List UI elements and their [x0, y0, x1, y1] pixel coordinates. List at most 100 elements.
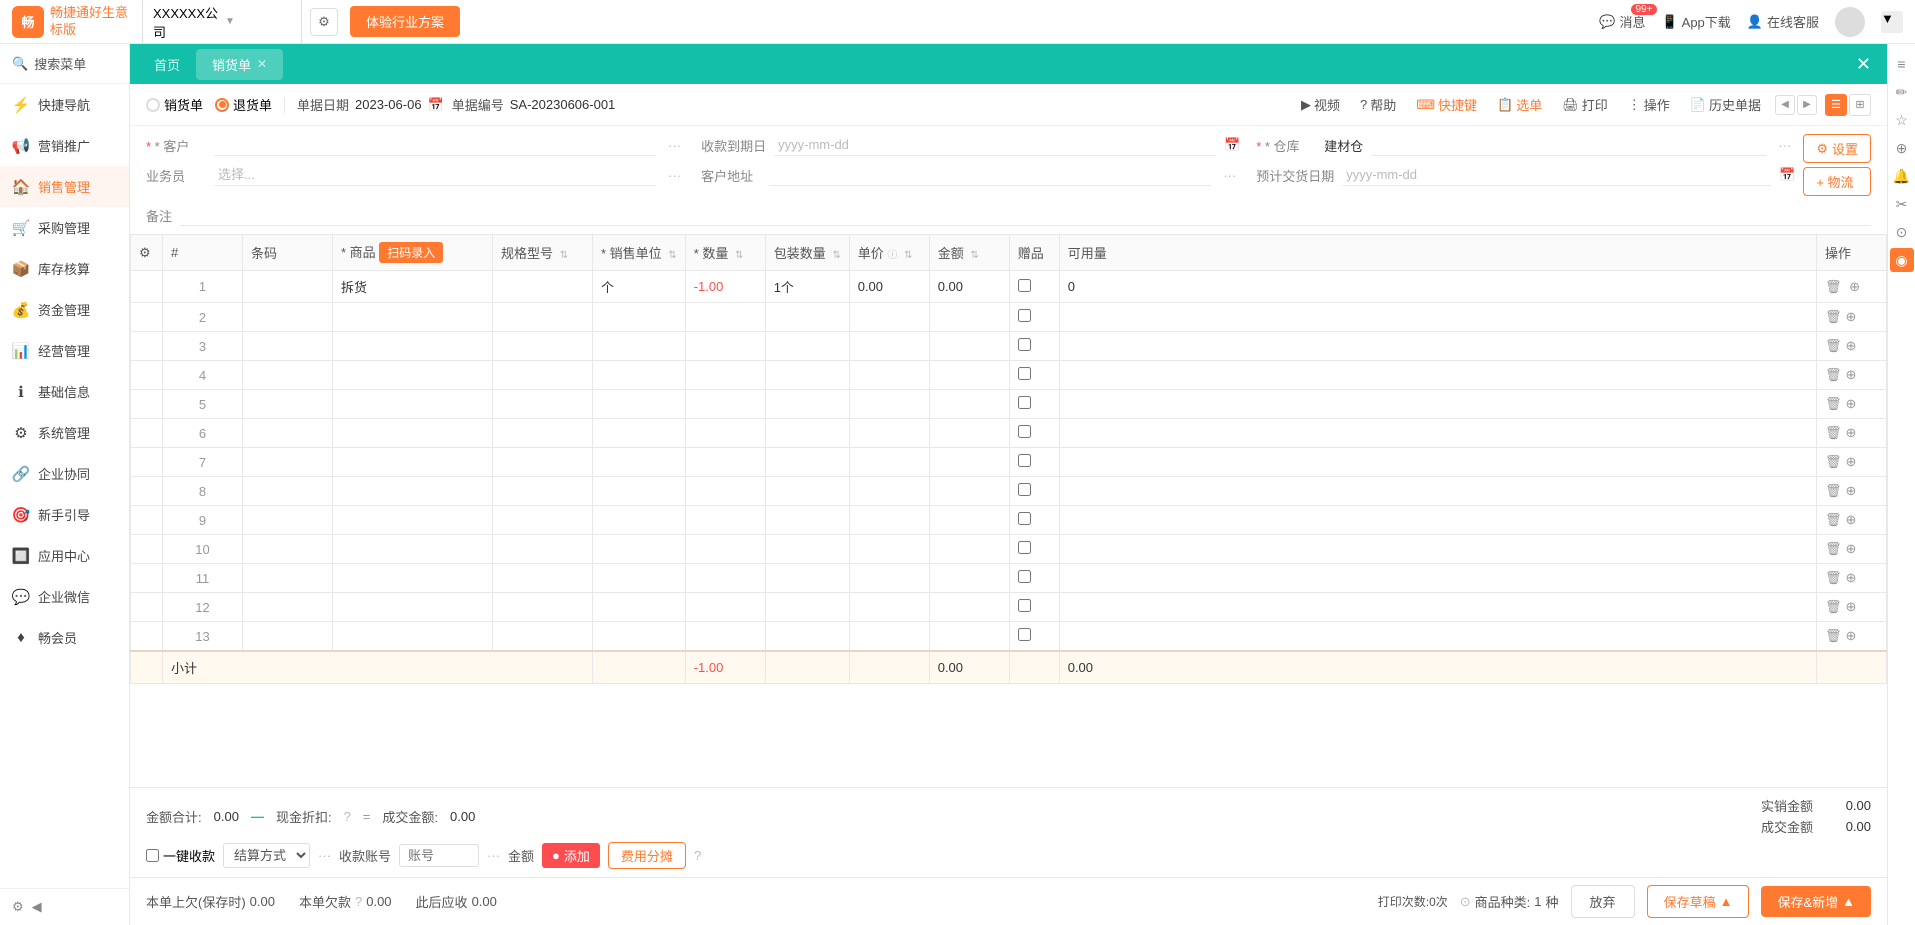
customer-input[interactable]	[214, 134, 656, 156]
history-btn[interactable]: 📄 历史单据	[1684, 92, 1767, 117]
prev-arrow[interactable]: ◀	[1775, 95, 1795, 115]
row-barcode[interactable]	[243, 271, 333, 303]
copy-row-icon[interactable]: ⊕	[1846, 599, 1857, 614]
right-icon-8[interactable]: ◉	[1890, 248, 1914, 272]
product-type-icon[interactable]: ⊙	[1460, 894, 1471, 910]
tab-home[interactable]: 首页	[138, 49, 196, 80]
copy-row-icon[interactable]: ⊕	[1846, 512, 1857, 527]
delete-row-icon[interactable]: 🗑	[1825, 512, 1842, 527]
delete-row-icon[interactable]: 🗑	[1825, 309, 1842, 324]
delete-row-icon[interactable]: 🗑	[1825, 599, 1842, 614]
discard-button[interactable]: 放弃	[1571, 885, 1635, 918]
tab-close-icon[interactable]: ✕	[257, 57, 267, 71]
sidebar-item-apps[interactable]: 🔲 应用中心	[0, 535, 129, 576]
sidebar-item-shortcut[interactable]: ⚡ 快捷导航	[0, 84, 129, 125]
trial-button[interactable]: 体验行业方案	[350, 6, 460, 37]
sidebar-item-inventory[interactable]: 📦 库存核算	[0, 248, 129, 289]
sidebar-item-marketing[interactable]: 📢 营销推广	[0, 125, 129, 166]
copy-row-icon[interactable]: ⊕	[1846, 570, 1857, 585]
sidebar-item-finance[interactable]: 💰 资金管理	[0, 289, 129, 330]
sidebar-item-collab[interactable]: 🔗 企业协同	[0, 453, 129, 494]
delete-row-icon[interactable]: 🗑	[1825, 279, 1842, 294]
operate-btn[interactable]: ⋮ 操作	[1622, 92, 1676, 117]
copy-row-icon[interactable]: ⊕	[1846, 367, 1857, 382]
right-icon-6[interactable]: ✂	[1890, 192, 1914, 216]
collection-date-input[interactable]	[774, 134, 1216, 156]
customer-addr-input[interactable]	[769, 164, 1211, 186]
warehouse-input[interactable]	[1371, 134, 1766, 156]
message-btn[interactable]: 💬 消息 99+	[1599, 12, 1645, 31]
choose-btn[interactable]: 📋 选单	[1491, 92, 1548, 117]
account-dots-icon[interactable]: ···	[487, 848, 500, 863]
online-service-btn[interactable]: 👤 在线客服	[1747, 12, 1819, 31]
sidebar-item-sales[interactable]: 🏠 销售管理	[0, 166, 129, 207]
salesperson-dots-icon[interactable]: ···	[664, 168, 685, 183]
delivery-calendar-icon[interactable]: 📅	[1779, 167, 1795, 183]
date-calendar-icon[interactable]: 📅	[428, 97, 444, 113]
save-new-button[interactable]: 保存&新增 ▲	[1761, 886, 1871, 917]
customer-dots-icon[interactable]: ···	[664, 138, 685, 153]
help-btn[interactable]: ? 帮助	[1354, 92, 1402, 117]
app-download-btn[interactable]: 📱 App下载	[1661, 12, 1730, 31]
account-input[interactable]	[399, 844, 479, 867]
discount-info-icon[interactable]: ?	[344, 809, 351, 824]
print-btn[interactable]: 🖨 打印	[1556, 92, 1614, 117]
right-icon-2[interactable]: ✏	[1890, 80, 1914, 104]
right-icon-4[interactable]: ⊕	[1890, 136, 1914, 160]
copy-row-icon[interactable]: ⊕	[1846, 628, 1857, 643]
expense-info-icon[interactable]: ?	[694, 848, 701, 863]
delete-row-icon[interactable]: 🗑	[1825, 367, 1842, 382]
sidebar-item-system[interactable]: ⚙ 系统管理	[0, 412, 129, 453]
video-btn[interactable]: ▶ 视频	[1295, 92, 1346, 117]
settings-action-btn[interactable]: ⚙ 设置	[1803, 134, 1871, 163]
delete-row-icon[interactable]: 🗑	[1825, 570, 1842, 585]
table-container[interactable]: ⚙ # 条码 * 商品 扫码录入 规格型号 ⇅	[130, 234, 1887, 787]
settings-icon[interactable]: ⚙	[310, 8, 338, 36]
tab-sales-order[interactable]: 销货单 ✕	[196, 49, 283, 80]
delete-row-icon[interactable]: 🗑	[1825, 483, 1842, 498]
close-all-tabs-icon[interactable]: ✕	[1848, 50, 1879, 79]
row-price[interactable]: 0.00	[849, 271, 929, 303]
right-icon-7[interactable]: ⊙	[1890, 220, 1914, 244]
user-dropdown-icon[interactable]: ▼	[1881, 11, 1903, 33]
debt-info-icon[interactable]: ?	[355, 894, 362, 909]
radio-sales-order[interactable]: 销货单	[146, 95, 203, 114]
delete-row-icon[interactable]: 🗑	[1825, 454, 1842, 469]
sidebar-item-base[interactable]: ℹ 基础信息	[0, 371, 129, 412]
shortcut-btn[interactable]: ⌨ 快捷键	[1410, 92, 1483, 117]
grid-view-btn[interactable]: ⊞	[1849, 94, 1871, 116]
save-draft-button[interactable]: 保存草稿 ▲	[1647, 885, 1750, 918]
remarks-input[interactable]	[180, 204, 1871, 226]
right-icon-1[interactable]: ≡	[1890, 52, 1914, 76]
logistics-btn[interactable]: + 物流	[1803, 167, 1871, 196]
delete-row-icon[interactable]: 🗑	[1825, 628, 1842, 643]
copy-row-icon[interactable]: ⊕	[1846, 483, 1857, 498]
row-gift[interactable]	[1009, 271, 1059, 303]
copy-row-icon[interactable]: ⊕	[1846, 425, 1857, 440]
settle-method-select[interactable]: 结算方式	[223, 843, 310, 868]
addr-dots-icon[interactable]: ···	[1219, 168, 1240, 183]
payment-checkbox[interactable]	[146, 849, 159, 862]
next-arrow[interactable]: ▶	[1797, 95, 1817, 115]
right-icon-5[interactable]: 🔔	[1890, 164, 1914, 188]
company-selector[interactable]: XXXXXX公司 ▼	[142, 0, 302, 46]
right-icon-3[interactable]: ☆	[1890, 108, 1914, 132]
delete-row-icon[interactable]: 🗑	[1825, 425, 1842, 440]
copy-row-icon[interactable]: ⊕	[1846, 396, 1857, 411]
sidebar-gear-icon[interactable]: ⚙	[12, 899, 24, 915]
sidebar-item-member[interactable]: ♦ 畅会员	[0, 617, 129, 658]
row-qty[interactable]: -1.00	[685, 271, 765, 303]
copy-row-icon[interactable]: ⊕	[1846, 541, 1857, 556]
list-view-btn[interactable]: ☰	[1825, 94, 1847, 116]
radio-return-order[interactable]: 退货单	[215, 95, 272, 114]
scan-btn[interactable]: 扫码录入	[379, 242, 443, 263]
collection-calendar-icon[interactable]: 📅	[1224, 137, 1240, 153]
delete-row-icon[interactable]: 🗑	[1825, 338, 1842, 353]
one-click-payment[interactable]: 一键收款	[146, 846, 215, 865]
copy-row-icon[interactable]: ⊕	[1846, 454, 1857, 469]
settle-dots-icon[interactable]: ···	[318, 848, 331, 863]
row-spec[interactable]	[493, 271, 593, 303]
sidebar-item-wechat[interactable]: 💬 企业微信	[0, 576, 129, 617]
salesperson-input[interactable]	[214, 164, 656, 186]
delete-row-icon[interactable]: 🗑	[1825, 396, 1842, 411]
